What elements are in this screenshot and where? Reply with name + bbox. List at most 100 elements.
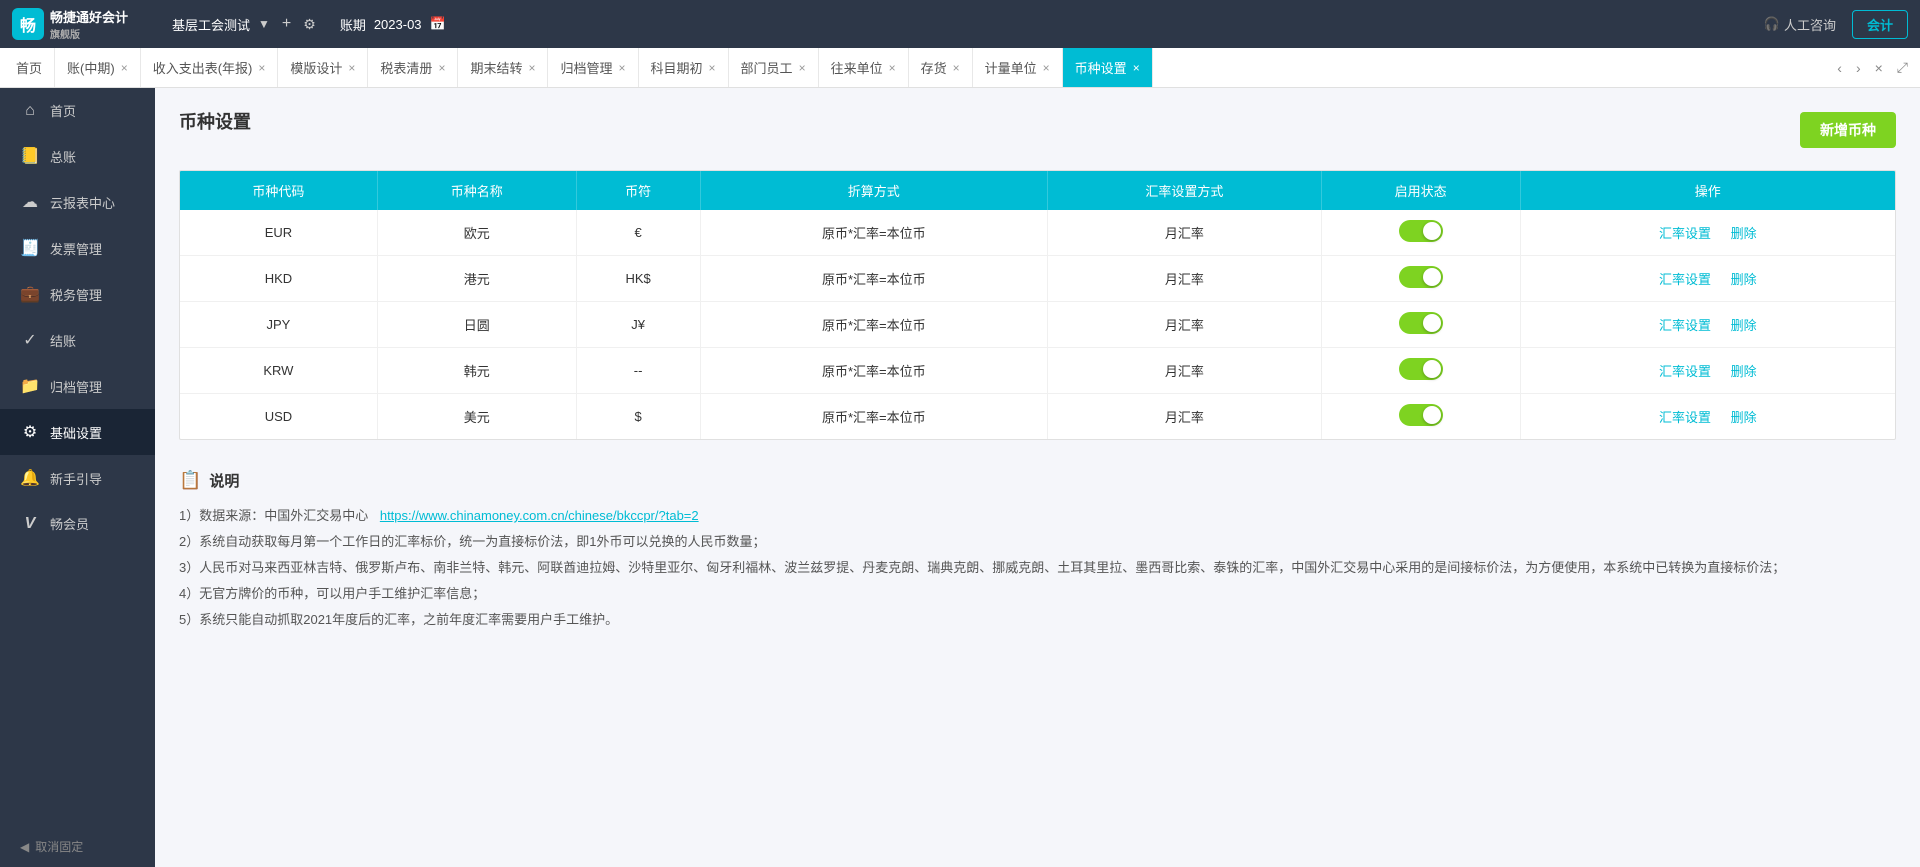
tabbar: 首页 账(中期) × 收入支出表(年报) × 模版设计 × 税表清册 × 期末结… bbox=[0, 48, 1920, 88]
sidebar-item-archive[interactable]: 📁 归档管理 bbox=[0, 363, 155, 409]
archive-icon: 📁 bbox=[20, 376, 40, 396]
sidebar-item-invoice[interactable]: 🧾 发票管理 bbox=[0, 225, 155, 271]
cell-rate-type: 月汇率 bbox=[1048, 348, 1322, 394]
cell-status bbox=[1321, 394, 1520, 440]
tab-prev-button[interactable]: ‹ bbox=[1833, 58, 1846, 78]
tab-home[interactable]: 首页 bbox=[0, 48, 55, 87]
sidebar-settings-label: 基础设置 bbox=[50, 423, 102, 442]
toggle-enabled[interactable] bbox=[1399, 358, 1443, 380]
table-row: EUR 欧元 € 原币*汇率=本位币 月汇率 汇率设置 删除 bbox=[180, 210, 1895, 256]
action-rate-link[interactable]: 汇率设置 bbox=[1659, 272, 1711, 287]
tab-close-all-button[interactable]: × bbox=[1871, 58, 1887, 78]
tab-subject-init[interactable]: 科目期初 × bbox=[639, 48, 729, 87]
cell-conversion: 原币*汇率=本位币 bbox=[700, 302, 1048, 348]
notes-icon: 📋 bbox=[179, 470, 201, 491]
tab-tax[interactable]: 税表清册 × bbox=[368, 48, 458, 87]
cell-status bbox=[1321, 302, 1520, 348]
sidebar-item-reports[interactable]: ☁ 云报表中心 bbox=[0, 179, 155, 225]
sidebar-item-checkout[interactable]: ✓ 结账 bbox=[0, 317, 155, 363]
tab-currency[interactable]: 币种设置 × bbox=[1063, 48, 1153, 87]
toggle-enabled[interactable] bbox=[1399, 220, 1443, 242]
tab-archive-close[interactable]: × bbox=[619, 61, 626, 75]
calendar-icon[interactable]: 📅 bbox=[430, 16, 446, 32]
action-delete-link[interactable]: 删除 bbox=[1731, 226, 1757, 241]
sidebar-archive-label: 归档管理 bbox=[50, 377, 102, 396]
collapse-icon: ◀ bbox=[20, 840, 29, 854]
tab-subject-init-close[interactable]: × bbox=[709, 61, 716, 75]
table-row: KRW 韩元 -- 原币*汇率=本位币 月汇率 汇率设置 删除 bbox=[180, 348, 1895, 394]
action-rate-link[interactable]: 汇率设置 bbox=[1659, 364, 1711, 379]
sidebar-item-home[interactable]: ⌂ 首页 bbox=[0, 88, 155, 133]
tab-inventory-close[interactable]: × bbox=[953, 61, 960, 75]
tab-dept-staff-close[interactable]: × bbox=[799, 61, 806, 75]
settings-icon: ⚙ bbox=[20, 422, 40, 442]
sidebar-item-settings[interactable]: ⚙ 基础设置 bbox=[0, 409, 155, 455]
cell-action: 汇率设置 删除 bbox=[1520, 302, 1895, 348]
sidebar-item-tax[interactable]: 💼 税务管理 bbox=[0, 271, 155, 317]
sidebar-item-member[interactable]: V 畅会员 bbox=[0, 501, 155, 546]
tab-period-end[interactable]: 期末结转 × bbox=[458, 48, 548, 87]
currency-table: 币种代码 币种名称 币符 折算方式 汇率设置方式 启用状态 操作 EUR 欧元 … bbox=[179, 170, 1896, 440]
accounting-button[interactable]: 会计 bbox=[1852, 10, 1908, 39]
action-rate-link[interactable]: 汇率设置 bbox=[1659, 410, 1711, 425]
tab-maximize-button[interactable]: ⤢ bbox=[1893, 57, 1912, 78]
sidebar-item-guide[interactable]: 🔔 新手引导 bbox=[0, 455, 155, 501]
action-delete-link[interactable]: 删除 bbox=[1731, 272, 1757, 287]
toggle-enabled[interactable] bbox=[1399, 266, 1443, 288]
home-icon: ⌂ bbox=[20, 102, 40, 120]
cell-symbol: HK$ bbox=[576, 256, 700, 302]
action-delete-link[interactable]: 删除 bbox=[1731, 318, 1757, 333]
invoice-icon: 🧾 bbox=[20, 238, 40, 258]
notes-section: 📋 说明 1）数据来源：中国外汇交易中心 https://www.chinamo… bbox=[179, 470, 1896, 633]
tax-icon: 💼 bbox=[20, 284, 40, 304]
cell-status bbox=[1321, 210, 1520, 256]
tab-unit-close[interactable]: × bbox=[1043, 61, 1050, 75]
support-button[interactable]: 🎧 人工咨询 bbox=[1764, 15, 1836, 34]
action-delete-link[interactable]: 删除 bbox=[1731, 410, 1757, 425]
tab-template-close[interactable]: × bbox=[348, 61, 355, 75]
tab-income-report[interactable]: 收入支出表(年报) × bbox=[141, 48, 279, 87]
tab-tax-close[interactable]: × bbox=[438, 61, 445, 75]
project-settings-icon[interactable]: ⚙ bbox=[303, 16, 316, 33]
toggle-enabled[interactable] bbox=[1399, 312, 1443, 334]
tab-ledger[interactable]: 账(中期) × bbox=[55, 48, 141, 87]
new-currency-button[interactable]: 新增币种 bbox=[1800, 112, 1896, 148]
tab-counterparty-label: 往来单位 bbox=[831, 58, 883, 77]
tab-period-end-close[interactable]: × bbox=[528, 61, 535, 75]
logo-icon: 畅 bbox=[12, 8, 44, 40]
notes-link[interactable]: https://www.chinamoney.com.cn/chinese/bk… bbox=[380, 508, 699, 523]
sidebar-collapse-button[interactable]: ◀ 取消固定 bbox=[0, 826, 155, 867]
toggle-enabled[interactable] bbox=[1399, 404, 1443, 426]
topbar: 畅 畅捷通好会计 旗舰版 基层工会测试 ▼ + ⚙ 账期 2023-03 📅 🎧… bbox=[0, 0, 1920, 48]
tab-ledger-close[interactable]: × bbox=[121, 61, 128, 75]
action-rate-link[interactable]: 汇率设置 bbox=[1659, 318, 1711, 333]
tab-currency-close[interactable]: × bbox=[1133, 61, 1140, 75]
tab-inventory-label: 存货 bbox=[921, 58, 947, 77]
table-row: HKD 港元 HK$ 原币*汇率=本位币 月汇率 汇率设置 删除 bbox=[180, 256, 1895, 302]
project-dropdown-icon[interactable]: ▼ bbox=[258, 17, 270, 31]
tab-template[interactable]: 模版设计 × bbox=[278, 48, 368, 87]
action-delete-link[interactable]: 删除 bbox=[1731, 364, 1757, 379]
main-content: 币种设置 新增币种 币种代码 币种名称 币符 折算方式 汇率设置方式 启用状态 … bbox=[155, 88, 1920, 867]
tab-counterparty-close[interactable]: × bbox=[889, 61, 896, 75]
tab-archive[interactable]: 归档管理 × bbox=[548, 48, 638, 87]
sidebar-item-ledger[interactable]: 📒 总账 bbox=[0, 133, 155, 179]
add-project-icon[interactable]: + bbox=[282, 15, 291, 33]
tab-income-report-close[interactable]: × bbox=[258, 61, 265, 75]
tab-inventory[interactable]: 存货 × bbox=[909, 48, 973, 87]
action-rate-link[interactable]: 汇率设置 bbox=[1659, 226, 1711, 241]
period-display: 账期 2023-03 📅 bbox=[340, 15, 446, 34]
tab-dept-staff[interactable]: 部门员工 × bbox=[729, 48, 819, 87]
cell-rate-type: 月汇率 bbox=[1048, 256, 1322, 302]
sidebar-ledger-label: 总账 bbox=[50, 147, 76, 166]
project-name: 基层工会测试 bbox=[172, 15, 250, 34]
tab-counterparty[interactable]: 往来单位 × bbox=[819, 48, 909, 87]
tab-income-report-label: 收入支出表(年报) bbox=[153, 58, 253, 77]
tabbar-controls: ‹ › × ⤢ bbox=[1825, 57, 1920, 78]
table-row: USD 美元 $ 原币*汇率=本位币 月汇率 汇率设置 删除 bbox=[180, 394, 1895, 440]
tab-unit-label: 计量单位 bbox=[985, 58, 1037, 77]
col-conversion: 折算方式 bbox=[700, 171, 1048, 210]
cell-rate-type: 月汇率 bbox=[1048, 302, 1322, 348]
tab-unit[interactable]: 计量单位 × bbox=[973, 48, 1063, 87]
tab-next-button[interactable]: › bbox=[1852, 58, 1865, 78]
